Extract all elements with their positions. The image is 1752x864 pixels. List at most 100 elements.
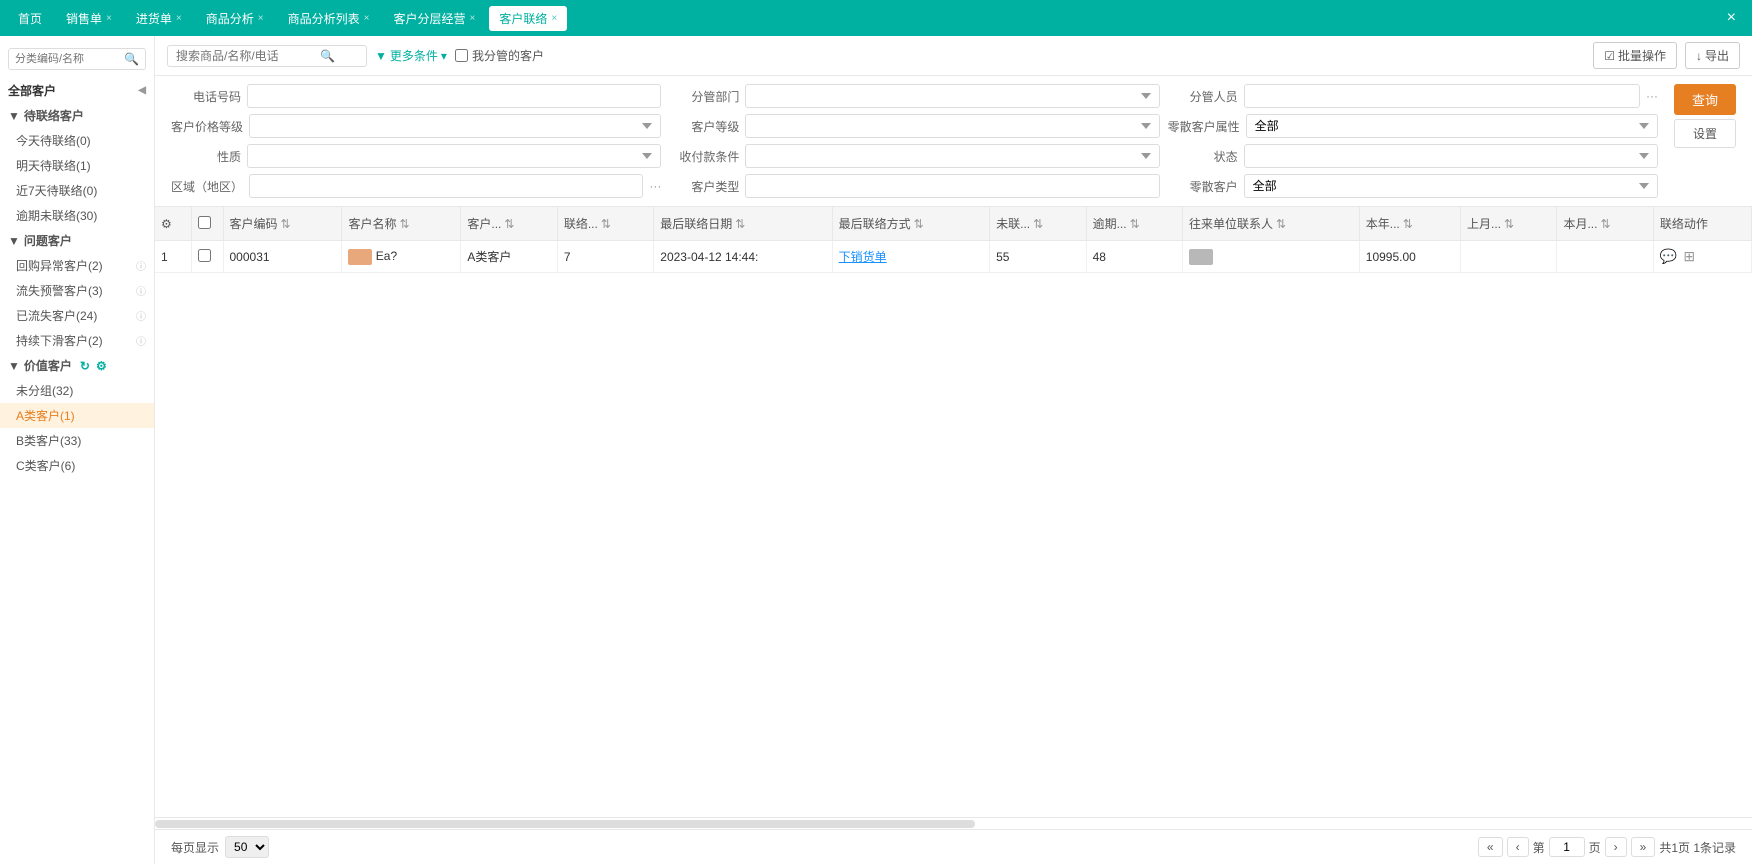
sidebar-search-icon[interactable]: 🔍 [124, 52, 139, 66]
sidebar-search-box[interactable]: 🔍 [8, 48, 146, 70]
sort-contact-icon[interactable]: ⇅ [601, 217, 611, 231]
col-unit-contact[interactable]: 往来单位联系人⇅ [1183, 207, 1360, 241]
select-all-checkbox[interactable] [198, 216, 211, 229]
sort-cmonth-icon[interactable]: ⇅ [1600, 217, 1610, 231]
nav-purchase-close[interactable]: × [176, 13, 182, 24]
sidebar-item-7days[interactable]: 近7天待联络(0) [0, 178, 154, 203]
customer-tier-select-wrapper[interactable] [745, 114, 1159, 138]
batch-op-button[interactable]: ☑ 批量操作 [1593, 42, 1677, 69]
my-customers-check[interactable] [455, 49, 468, 62]
last-method-link[interactable]: 下销货单 [839, 250, 887, 264]
sidebar-item-a-class[interactable]: A类客户(1) [0, 403, 154, 428]
status-select-wrapper[interactable] [1244, 144, 1658, 168]
col-name[interactable]: 客户名称⇅ [342, 207, 461, 241]
manager-input[interactable] [1244, 84, 1640, 108]
price-tier-select-wrapper[interactable] [249, 114, 661, 138]
col-code[interactable]: 客户编码⇅ [223, 207, 342, 241]
sort-year-icon[interactable]: ⇅ [1403, 217, 1413, 231]
sort-code-icon[interactable]: ⇅ [281, 217, 291, 231]
more-conditions-button[interactable]: ▼ 更多条件 ▾ [375, 47, 447, 64]
col-contact-count[interactable]: 联络...⇅ [557, 207, 653, 241]
nav-product-analysis[interactable]: 商品分析 × [196, 6, 274, 31]
sidebar-item-today[interactable]: 今天待联络(0) [0, 128, 154, 153]
sidebar-search-input[interactable] [15, 53, 120, 65]
sidebar-item-overdue[interactable]: 逾期未联络(30) [0, 203, 154, 228]
sidebar-item-unclassified[interactable]: 未分组(32) [0, 378, 154, 403]
col-uncontacted[interactable]: 未联...⇅ [990, 207, 1086, 241]
col-current-month[interactable]: 本月...⇅ [1557, 207, 1653, 241]
row-last-method[interactable]: 下销货单 [832, 241, 989, 273]
nav-customer-contact[interactable]: 客户联络 × [489, 6, 567, 31]
scatter-attr-select-wrapper[interactable]: 全部 [1246, 114, 1658, 138]
sort-lmonth-icon[interactable]: ⇅ [1504, 217, 1514, 231]
col-current-year[interactable]: 本年...⇅ [1359, 207, 1460, 241]
nav-customer-tier-close[interactable]: × [469, 13, 475, 24]
nav-customer-contact-close[interactable]: × [551, 13, 557, 24]
sidebar-item-tomorrow[interactable]: 明天待联络(1) [0, 153, 154, 178]
page-input[interactable] [1549, 837, 1585, 857]
col-last-method[interactable]: 最后联络方式⇅ [832, 207, 989, 241]
nav-product-analysis-close[interactable]: × [258, 13, 264, 24]
next-page-button[interactable]: › [1605, 837, 1627, 857]
filter-search-input[interactable] [176, 49, 316, 63]
nav-sales[interactable]: 销售单 × [56, 6, 122, 31]
settings-button[interactable]: 设置 [1674, 119, 1736, 148]
sidebar-item-lost[interactable]: 已流失客户(24) ⓘ [0, 303, 154, 328]
scatter-select[interactable]: 全部 [1244, 174, 1658, 198]
payment-select-wrapper[interactable] [745, 144, 1159, 168]
nature-select[interactable] [247, 144, 661, 168]
nav-close-all-button[interactable]: × [1719, 5, 1744, 31]
price-tier-select[interactable] [249, 114, 661, 138]
nav-home[interactable]: 首页 [8, 6, 52, 31]
status-select[interactable] [1244, 144, 1658, 168]
payment-select[interactable] [745, 144, 1159, 168]
row-checkbox[interactable] [191, 241, 223, 273]
export-button[interactable]: ↓ 导出 [1685, 42, 1740, 69]
sidebar-item-c-class[interactable]: C类客户(6) [0, 453, 154, 478]
sort-type-icon[interactable]: ⇅ [504, 217, 514, 231]
dept-select-wrapper[interactable] [745, 84, 1159, 108]
dept-select[interactable] [745, 84, 1159, 108]
my-customers-checkbox[interactable]: 我分管的客户 [455, 47, 544, 64]
nav-sales-close[interactable]: × [106, 13, 112, 24]
nav-purchase[interactable]: 进货单 × [126, 6, 192, 31]
page-size-select[interactable]: 50 [225, 836, 269, 858]
region-ellipsis[interactable]: ··· [649, 179, 661, 193]
row-check[interactable] [198, 249, 211, 262]
col-last-month[interactable]: 上月...⇅ [1461, 207, 1557, 241]
value-group-settings-icon[interactable]: ⚙ [96, 359, 107, 373]
prev-page-button[interactable]: ‹ [1507, 837, 1529, 857]
horizontal-scrollbar[interactable] [155, 817, 1752, 829]
value-group-refresh-icon[interactable]: ↻ [80, 359, 90, 373]
col-checkbox[interactable] [191, 207, 223, 241]
sidebar-all-customers[interactable]: 全部客户 ◀ [0, 78, 154, 103]
sidebar-item-b-class[interactable]: B类客户(33) [0, 428, 154, 453]
col-overdue[interactable]: 逾期...⇅ [1086, 207, 1182, 241]
chat-icon[interactable]: 💬 [1660, 248, 1677, 265]
sort-overdue-icon[interactable]: ⇅ [1130, 217, 1140, 231]
sidebar-pending-group[interactable]: ▼ 待联络客户 [0, 103, 154, 128]
filter-search-icon[interactable]: 🔍 [320, 49, 335, 63]
phone-input[interactable] [247, 84, 661, 108]
grid-icon[interactable]: ⊞ [1683, 248, 1695, 265]
sidebar-value-group[interactable]: ▼ 价值客户 ↻ ⚙ [0, 353, 154, 378]
sidebar-item-loss-warning[interactable]: 流失预警客户(3) ⓘ [0, 278, 154, 303]
sidebar-item-repurchase[interactable]: 回购异常客户(2) ⓘ [0, 253, 154, 278]
sidebar-item-declining[interactable]: 持续下滑客户(2) ⓘ [0, 328, 154, 353]
col-type[interactable]: 客户...⇅ [461, 207, 557, 241]
sort-unit-icon[interactable]: ⇅ [1276, 217, 1286, 231]
nav-product-list-close[interactable]: × [364, 13, 370, 24]
first-page-button[interactable]: « [1478, 837, 1503, 857]
customer-type-input[interactable] [745, 174, 1159, 198]
nature-select-wrapper[interactable] [247, 144, 661, 168]
scatter-select-wrapper[interactable]: 全部 [1244, 174, 1658, 198]
col-settings[interactable]: ⚙ [155, 207, 191, 241]
manager-ellipsis[interactable]: ··· [1646, 89, 1658, 103]
last-page-button[interactable]: » [1631, 837, 1656, 857]
nav-customer-tier[interactable]: 客户分层经营 × [383, 6, 485, 31]
filter-search-box[interactable]: 🔍 [167, 45, 367, 67]
col-last-date[interactable]: 最后联络日期⇅ [654, 207, 832, 241]
sort-date-icon[interactable]: ⇅ [735, 217, 745, 231]
query-button[interactable]: 查询 [1674, 84, 1736, 115]
sort-name-icon[interactable]: ⇅ [399, 217, 409, 231]
